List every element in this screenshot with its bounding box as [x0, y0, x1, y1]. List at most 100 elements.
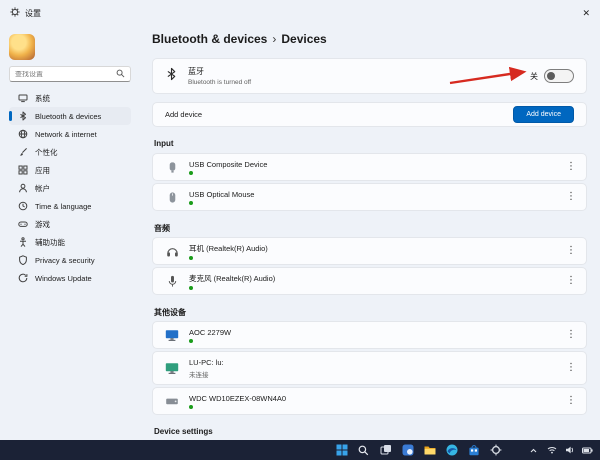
- sidebar-item-time-language[interactable]: Time & language: [9, 197, 131, 215]
- add-device-row: Add device Add device: [152, 102, 587, 127]
- accounts-icon: [17, 183, 28, 193]
- bluetooth-subtitle: Bluetooth is turned off: [188, 79, 252, 86]
- apps-icon: [17, 165, 28, 175]
- section-title-device-settings: Device settings: [154, 427, 213, 436]
- device-name: USB Composite Device: [189, 159, 268, 169]
- search-box[interactable]: [9, 66, 131, 82]
- device-row-pc[interactable]: LU-PC: lu: 未连接 ⋮: [152, 351, 587, 385]
- bluetooth-toggle[interactable]: [544, 69, 574, 83]
- more-options-icon[interactable]: ⋮: [566, 330, 576, 340]
- taskbar-search-icon[interactable]: [357, 444, 370, 457]
- windows-update-icon: [17, 273, 28, 283]
- widgets-icon[interactable]: [401, 444, 414, 457]
- add-device-button[interactable]: Add device: [513, 106, 574, 123]
- sidebar-item-system[interactable]: 系统: [9, 89, 131, 107]
- bluetooth-text: 蓝牙 Bluetooth is turned off: [188, 66, 251, 86]
- sidebar-item-label: 个性化: [35, 147, 58, 157]
- bluetooth-title: 蓝牙: [188, 67, 204, 76]
- bluetooth-icon: [165, 67, 178, 86]
- more-options-icon[interactable]: ⋮: [566, 246, 576, 256]
- toggle-knob: [547, 72, 555, 80]
- sidebar-item-accessibility[interactable]: 辅助功能: [9, 233, 131, 251]
- section-title-other-devices: 其他设备: [154, 308, 186, 317]
- sidebar-item-personalization[interactable]: 个性化: [9, 143, 131, 161]
- network-icon[interactable]: [546, 445, 557, 456]
- device-name: WDC WD10EZEX-08WN4A0: [189, 393, 287, 403]
- device-row-drive[interactable]: WDC WD10EZEX-08WN4A0 ⋮: [152, 387, 587, 415]
- sidebar-item-bluetooth-devices[interactable]: Bluetooth & devices: [9, 107, 131, 125]
- bluetooth-card: 蓝牙 Bluetooth is turned off 关: [152, 58, 587, 94]
- search-input[interactable]: [15, 70, 116, 78]
- sidebar-item-windows-update[interactable]: Windows Update: [9, 269, 131, 287]
- sidebar-item-label: 帐户: [35, 183, 50, 193]
- usb-device-icon: [163, 161, 181, 174]
- sidebar-item-network-internet[interactable]: Network & internet: [9, 125, 131, 143]
- accessibility-icon: [17, 237, 28, 247]
- settings-window: 设置 ✕ 系统 Bluetooth & devices: [0, 0, 600, 460]
- add-device-label: Add device: [165, 110, 203, 119]
- network-icon: [17, 129, 28, 139]
- device-name: USB Optical Mouse: [189, 189, 255, 199]
- time-language-icon: [17, 201, 28, 211]
- headphones-icon: [163, 245, 181, 258]
- sidebar-item-label: 系统: [35, 93, 50, 103]
- device-name: LU-PC: lu:: [189, 357, 224, 367]
- sidebar-item-privacy-security[interactable]: Privacy & security: [9, 251, 131, 269]
- taskbar-settings-icon[interactable]: [489, 444, 502, 457]
- device-row-monitor[interactable]: AOC 2279W ⋮: [152, 321, 587, 349]
- device-text: LU-PC: lu: 未连接: [189, 358, 224, 379]
- pc-icon: [163, 362, 181, 375]
- device-text: USB Optical Mouse: [189, 190, 254, 205]
- sidebar-item-label: Time & language: [35, 201, 92, 211]
- sidebar-item-label: Network & internet: [35, 129, 97, 139]
- store-icon[interactable]: [467, 444, 480, 457]
- breadcrumb-parent[interactable]: Bluetooth & devices: [152, 32, 267, 46]
- device-text: 麦克风 (Realtek(R) Audio): [189, 273, 275, 290]
- breadcrumb-current: Devices: [281, 32, 327, 46]
- chevron-up-icon[interactable]: [528, 445, 539, 456]
- more-options-icon[interactable]: ⋮: [566, 162, 576, 172]
- monitor-icon: [163, 329, 181, 342]
- settings-app-icon: [10, 4, 20, 22]
- more-options-icon[interactable]: ⋮: [566, 363, 576, 373]
- main-content: Bluetooth & devices › Devices 蓝牙 Bluetoo…: [138, 26, 600, 440]
- device-row-usb-composite[interactable]: USB Composite Device ⋮: [152, 153, 587, 181]
- section-title-input: Input: [154, 139, 174, 148]
- more-options-icon[interactable]: ⋮: [566, 276, 576, 286]
- volume-icon[interactable]: [564, 445, 575, 456]
- sidebar-item-gaming[interactable]: 游戏: [9, 215, 131, 233]
- user-avatar[interactable]: [9, 34, 35, 60]
- sidebar: 系统 Bluetooth & devices Network & interne…: [0, 26, 138, 440]
- sidebar-item-label: Bluetooth & devices: [35, 111, 102, 121]
- close-icon[interactable]: ✕: [582, 8, 590, 19]
- more-options-icon[interactable]: ⋮: [566, 396, 576, 406]
- sidebar-item-accounts[interactable]: 帐户: [9, 179, 131, 197]
- device-text: USB Composite Device: [189, 160, 267, 175]
- status-dot: [189, 170, 193, 175]
- status-dot: [189, 255, 193, 260]
- microphone-icon: [163, 275, 181, 288]
- edge-icon[interactable]: [445, 444, 458, 457]
- more-options-icon[interactable]: ⋮: [566, 192, 576, 202]
- search-icon: [116, 65, 125, 83]
- device-row-microphone[interactable]: 麦克风 (Realtek(R) Audio) ⋮: [152, 267, 587, 295]
- device-row-usb-mouse[interactable]: USB Optical Mouse ⋮: [152, 183, 587, 211]
- sidebar-item-apps[interactable]: 应用: [9, 161, 131, 179]
- device-status: 未连接: [189, 371, 209, 379]
- device-name: AOC 2279W: [189, 327, 232, 337]
- task-view-icon[interactable]: [379, 444, 392, 457]
- gaming-icon: [17, 219, 28, 229]
- privacy-icon: [17, 255, 28, 265]
- breadcrumb-separator-icon: ›: [272, 32, 277, 46]
- personalization-icon: [17, 147, 28, 157]
- system-tray: [528, 440, 593, 460]
- status-dot: [189, 338, 193, 343]
- start-button[interactable]: [335, 444, 348, 457]
- taskbar: [0, 440, 600, 460]
- device-text: 耳机 (Realtek(R) Audio): [189, 243, 268, 260]
- device-text: WDC WD10EZEX-08WN4A0: [189, 394, 286, 409]
- device-row-headphones[interactable]: 耳机 (Realtek(R) Audio) ⋮: [152, 237, 587, 265]
- battery-icon[interactable]: [582, 445, 593, 456]
- file-explorer-icon[interactable]: [423, 444, 436, 457]
- bluetooth-icon: [17, 111, 28, 121]
